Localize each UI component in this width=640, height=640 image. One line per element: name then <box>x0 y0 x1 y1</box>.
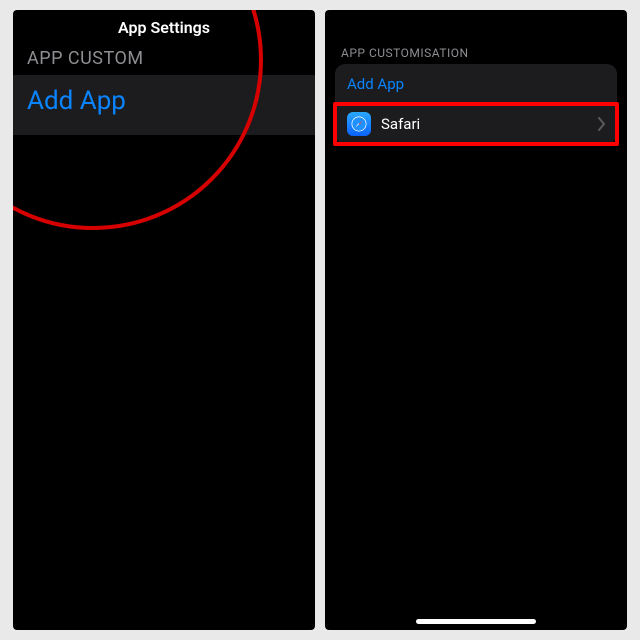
phone-right: APP CUSTOMISATION Add App Safari <box>325 10 627 630</box>
screenshot-pair: App Settings APP CUSTOM Add App APP CUST… <box>13 10 627 630</box>
add-app-button[interactable]: Add App <box>27 86 126 116</box>
add-app-row[interactable]: Add App <box>335 64 617 104</box>
app-row-safari[interactable]: Safari <box>335 104 617 144</box>
add-app-label: Add App <box>347 75 404 93</box>
phone-left: App Settings APP CUSTOM Add App <box>13 10 315 630</box>
home-indicator[interactable] <box>416 619 536 624</box>
settings-group: Add App Safari <box>335 64 617 144</box>
section-header-app-customisation: APP CUSTOMISATION <box>341 46 469 60</box>
page-title: App Settings <box>13 18 315 37</box>
app-row-label: Safari <box>381 115 420 133</box>
chevron-right-icon <box>597 117 607 131</box>
section-header-app-customisation: APP CUSTOM <box>27 48 144 69</box>
safari-icon <box>347 112 371 136</box>
